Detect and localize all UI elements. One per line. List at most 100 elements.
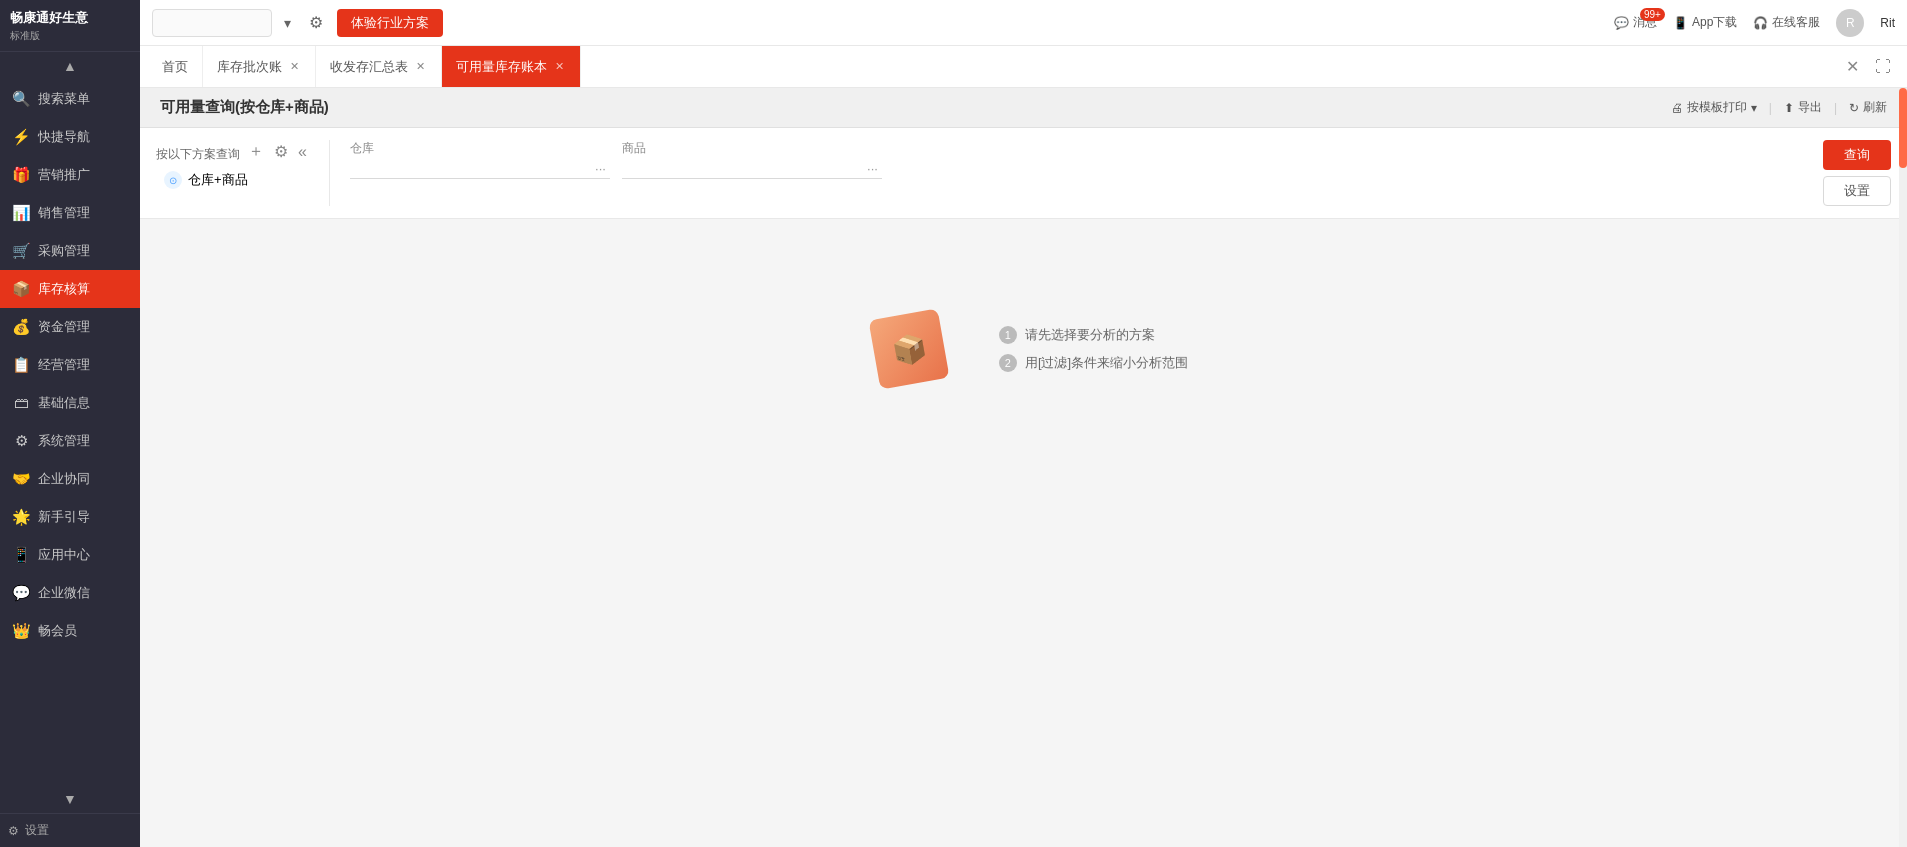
- page-header-actions: 🖨 按模板打印 ▾ | ⬆ 导出 | ↻ 刷新: [1671, 99, 1887, 116]
- enterprise-icon: 🤝: [12, 470, 30, 488]
- newbie-icon: 🌟: [12, 508, 30, 526]
- box-face-icon: 📦: [889, 330, 929, 369]
- sidebar-footer[interactable]: ⚙ 设置: [0, 813, 140, 847]
- tab-receipt-summary-close[interactable]: ✕: [414, 59, 427, 74]
- export-btn[interactable]: ⬆ 导出: [1784, 99, 1822, 116]
- filter-scheme-list: 按以下方案查询 ＋ ⚙ « ⊙ 仓库+商品: [156, 140, 309, 193]
- tip-2-text: 用[过滤]条件来缩小分析范围: [1025, 354, 1188, 372]
- tabs-fullscreen-btn[interactable]: ⛶: [1867, 54, 1899, 80]
- sidebar-item-label-search: 搜索菜单: [38, 90, 90, 108]
- sidebar-item-search[interactable]: 🔍 搜索菜单: [0, 80, 140, 118]
- scrollbar-thumb: [1899, 88, 1907, 168]
- collapse-scheme-btn[interactable]: «: [296, 143, 309, 161]
- operation-icon: 📋: [12, 356, 30, 374]
- empty-state: 📦 1 请先选择要分析的方案 2 用[过滤]条件来缩小分析范围: [140, 219, 1907, 479]
- sidebar-scroll-up[interactable]: ▲: [0, 52, 140, 80]
- tab-receipt-summary-label: 收发存汇总表: [330, 58, 408, 76]
- topbar-search-input[interactable]: [152, 9, 272, 37]
- print-icon: 🖨: [1671, 101, 1683, 115]
- add-scheme-btn[interactable]: ＋: [246, 141, 266, 162]
- refresh-btn[interactable]: ↻ 刷新: [1849, 99, 1887, 116]
- sidebar-item-label-inventory: 库存核算: [38, 280, 90, 298]
- empty-state-content: 📦 1 请先选择要分析的方案 2 用[过滤]条件来缩小分析范围: [859, 299, 1188, 399]
- sidebar-item-label-shortcut: 快捷导航: [38, 128, 90, 146]
- sidebar-item-wechat[interactable]: 💬 企业微信: [0, 574, 140, 612]
- tab-batch-ledger-close[interactable]: ✕: [288, 59, 301, 74]
- sidebar-item-operation[interactable]: 📋 经营管理: [0, 346, 140, 384]
- goods-more-btn[interactable]: ···: [863, 161, 882, 176]
- brand-name: 畅康通好生意: [10, 10, 130, 27]
- filter-goods: 商品 ···: [622, 140, 882, 179]
- refresh-icon: ↻: [1849, 101, 1859, 115]
- member-icon: 👑: [12, 622, 30, 640]
- wechat-icon: 💬: [12, 584, 30, 602]
- sidebar-item-app_center[interactable]: 📱 应用中心: [0, 536, 140, 574]
- tip-1-text: 请先选择要分析的方案: [1025, 326, 1155, 344]
- sidebar-item-label-newbie: 新手引导: [38, 508, 90, 526]
- settings-btn[interactable]: 设置: [1823, 176, 1891, 206]
- sidebar-item-purchase[interactable]: 🛒 采购管理: [0, 232, 140, 270]
- sidebar-item-label-enterprise: 企业协同: [38, 470, 90, 488]
- search-dropdown-btn[interactable]: ▾: [280, 13, 295, 33]
- tab-home[interactable]: 首页: [148, 46, 203, 87]
- filter-actions-right: 查询 设置: [1823, 140, 1891, 206]
- scheme-item-warehouse-goods[interactable]: ⊙ 仓库+商品: [156, 167, 309, 193]
- sidebar-item-member[interactable]: 👑 畅会员: [0, 612, 140, 650]
- empty-tips: 1 请先选择要分析的方案 2 用[过滤]条件来缩小分析范围: [999, 326, 1188, 372]
- right-scrollbar[interactable]: [1899, 88, 1907, 847]
- tab-batch-ledger-label: 库存批次账: [217, 58, 282, 76]
- sidebar-item-label-operation: 经营管理: [38, 356, 90, 374]
- message-btn[interactable]: 💬 消息 99+: [1614, 14, 1657, 31]
- finance-icon: 💰: [12, 318, 30, 336]
- sidebar-item-sales[interactable]: 📊 销售管理: [0, 194, 140, 232]
- sidebar-item-inventory[interactable]: 📦 库存核算: [0, 270, 140, 308]
- tabs-bar: 首页 库存批次账 ✕ 收发存汇总表 ✕ 可用量库存账本 ✕ ✕ ⛶: [140, 46, 1907, 88]
- sidebar-item-label-member: 畅会员: [38, 622, 77, 640]
- sidebar-item-label-finance: 资金管理: [38, 318, 90, 336]
- tab-batch-ledger[interactable]: 库存批次账 ✕: [203, 46, 316, 87]
- sidebar-item-marketing[interactable]: 🎁 营销推广: [0, 156, 140, 194]
- topbar: ▾ ⚙ 体验行业方案 💬 消息 99+ 📱 App下载 🎧 在线客服 R Rit: [140, 0, 1907, 46]
- print-dropdown-icon: ▾: [1751, 101, 1757, 115]
- sidebar-item-label-sales: 销售管理: [38, 204, 90, 222]
- online-service-btn[interactable]: 🎧 在线客服: [1753, 14, 1820, 31]
- filter-area: 按以下方案查询 ＋ ⚙ « ⊙ 仓库+商品 仓库 ···: [140, 128, 1907, 219]
- avatar[interactable]: R: [1836, 9, 1864, 37]
- trial-btn[interactable]: 体验行业方案: [337, 9, 443, 37]
- message-icon: 💬: [1614, 16, 1629, 30]
- content-area: 可用量查询(按仓库+商品) 🖨 按模板打印 ▾ | ⬆ 导出 | ↻ 刷新: [140, 88, 1907, 847]
- filter-scheme-header: 按以下方案查询 ＋ ⚙ «: [156, 140, 309, 163]
- sidebar-item-shortcut[interactable]: ⚡ 快捷导航: [0, 118, 140, 156]
- sidebar-scroll-down[interactable]: ▼: [0, 785, 140, 813]
- query-btn[interactable]: 查询: [1823, 140, 1891, 170]
- sidebar-item-enterprise[interactable]: 🤝 企业协同: [0, 460, 140, 498]
- username[interactable]: Rit: [1880, 16, 1895, 30]
- app-download-btn[interactable]: 📱 App下载: [1673, 14, 1737, 31]
- system-icon: ⚙: [12, 432, 30, 450]
- sidebar-item-finance[interactable]: 💰 资金管理: [0, 308, 140, 346]
- warehouse-more-btn[interactable]: ···: [591, 161, 610, 176]
- warehouse-input[interactable]: [350, 161, 591, 176]
- tabs-close-btn[interactable]: ✕: [1838, 53, 1867, 80]
- tip-number-1: 1: [999, 326, 1017, 344]
- headset-icon: 🎧: [1753, 16, 1768, 30]
- print-btn[interactable]: 🖨 按模板打印 ▾: [1671, 99, 1757, 116]
- edit-scheme-btn[interactable]: ⚙: [272, 142, 290, 161]
- sidebar-item-basic[interactable]: 🗃 基础信息: [0, 384, 140, 422]
- tab-available-ledger-close[interactable]: ✕: [553, 59, 566, 74]
- search-icon: 🔍: [12, 90, 30, 108]
- phone-icon: 📱: [1673, 16, 1688, 30]
- topbar-gear-btn[interactable]: ⚙: [303, 11, 329, 34]
- page-header: 可用量查询(按仓库+商品) 🖨 按模板打印 ▾ | ⬆ 导出 | ↻ 刷新: [140, 88, 1907, 128]
- goods-input[interactable]: [622, 161, 863, 176]
- sidebar-item-system[interactable]: ⚙ 系统管理: [0, 422, 140, 460]
- sidebar-item-label-purchase: 采购管理: [38, 242, 90, 260]
- brand-tag: 标准版: [10, 29, 130, 43]
- tab-home-label: 首页: [162, 58, 188, 76]
- tab-available-ledger[interactable]: 可用量库存账本 ✕: [442, 46, 581, 87]
- sidebar-item-newbie[interactable]: 🌟 新手引导: [0, 498, 140, 536]
- filter-label: 按以下方案查询: [156, 146, 240, 163]
- sidebar: 畅康通好生意 标准版 ▲ 🔍 搜索菜单 ⚡ 快捷导航 🎁 营销推广 📊 销售管理…: [0, 0, 140, 847]
- sidebar-item-label-system: 系统管理: [38, 432, 90, 450]
- tab-receipt-summary[interactable]: 收发存汇总表 ✕: [316, 46, 442, 87]
